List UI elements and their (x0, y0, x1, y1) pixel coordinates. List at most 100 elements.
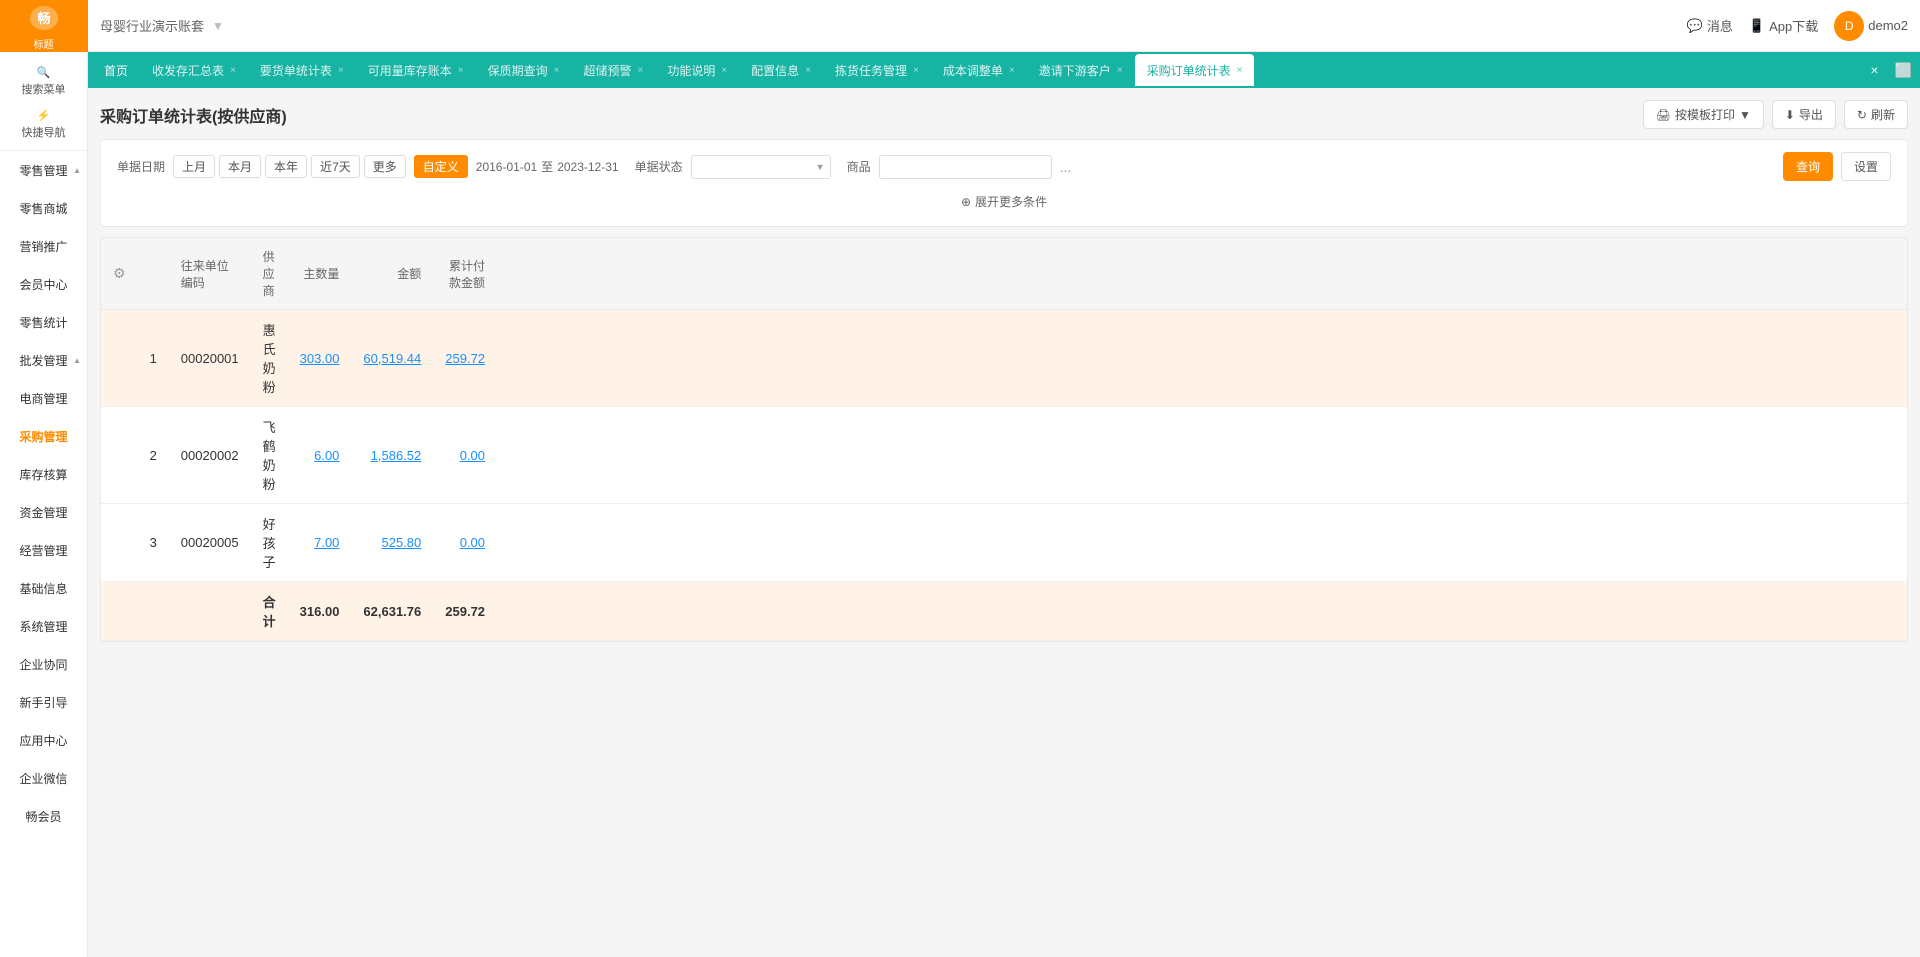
row-unit-code-cell: 00020001 (169, 310, 251, 407)
tab-close-task[interactable]: × (913, 65, 919, 76)
sidebar-item-retail-mall[interactable]: 零售商城 (0, 189, 87, 227)
tab-task[interactable]: 拣货任务管理× (823, 54, 931, 86)
quantity-link[interactable]: 7.00 (314, 535, 339, 550)
tab-close-receive[interactable]: × (230, 65, 236, 76)
sidebar-item-marketing[interactable]: 营销推广 (0, 227, 87, 265)
row-settings-cell (101, 310, 138, 407)
date-filter-label: 单据日期 (117, 158, 165, 175)
custom-date-btn[interactable]: 自定义 (414, 155, 468, 178)
export-icon: ⬇ (1785, 108, 1795, 122)
row-amount-cell: 1,586.52 (351, 407, 433, 504)
tab-close-inventory[interactable]: × (458, 65, 464, 76)
sidebar-item-retail[interactable]: 零售管理 (0, 151, 87, 189)
date-shortcut-本年[interactable]: 本年 (265, 155, 307, 178)
sidebar-item-purchase[interactable]: 采购管理 (0, 417, 87, 455)
tab-close-expiry[interactable]: × (554, 65, 560, 76)
sidebar-item-newuser[interactable]: 新手引导 (0, 683, 87, 721)
sidebar-item-wholesale[interactable]: 批发管理 (0, 341, 87, 379)
tab-config[interactable]: 配置信息× (739, 54, 823, 86)
phone-icon: 📱 (1749, 18, 1765, 34)
goods-more-icon[interactable]: ... (1060, 159, 1072, 175)
sidebar-search[interactable]: 🔍 搜索菜单 (0, 58, 87, 101)
row-paid-cell: 259.72 (433, 310, 497, 407)
tab-close-config[interactable]: × (805, 65, 811, 76)
status-select[interactable] (691, 155, 831, 179)
date-shortcut-近7天[interactable]: 近7天 (311, 155, 360, 178)
expand-more-btn[interactable]: ⊕ 展开更多条件 (953, 189, 1055, 214)
paid-link[interactable]: 0.00 (460, 448, 485, 463)
filter-more-row: ⊕ 展开更多条件 (117, 189, 1891, 214)
settings-button[interactable]: 设置 (1841, 152, 1891, 181)
sidebar-item-system[interactable]: 系统管理 (0, 607, 87, 645)
topbar: 母婴行业演示账套 ▼ 💬 消息 📱 App下载 D demo2 (88, 0, 1920, 52)
tab-home[interactable]: 首页 (92, 54, 140, 86)
tab-overstock[interactable]: 超储预警× (571, 54, 655, 86)
quantity-link[interactable]: 303.00 (300, 351, 340, 366)
table-row: 1 00020001 惠氏奶粉 303.00 60,519.44 259.72 (101, 310, 1907, 407)
row-unit-code-cell: 00020002 (169, 407, 251, 504)
export-button[interactable]: ⬇ 导出 (1772, 100, 1836, 129)
tab-order-stat[interactable]: 要货单统计表× (248, 54, 356, 86)
date-shortcut-更多[interactable]: 更多 (364, 155, 406, 178)
date-shortcut-上月[interactable]: 上月 (173, 155, 215, 178)
sidebar-item-finance[interactable]: 资金管理 (0, 493, 87, 531)
amount-link[interactable]: 525.80 (382, 535, 422, 550)
sidebar-item-basic[interactable]: 基础信息 (0, 569, 87, 607)
goods-input[interactable] (879, 155, 1052, 179)
main-area: 母婴行业演示账套 ▼ 💬 消息 📱 App下载 D demo2 首页收发存汇总表… (88, 0, 1920, 957)
sidebar-item-operations[interactable]: 经营管理 (0, 531, 87, 569)
tab-purchase-stat[interactable]: 采购订单统计表× (1135, 54, 1255, 86)
tab-close-purchase-stat[interactable]: × (1237, 65, 1243, 76)
table-row: 3 00020005 好孩子 7.00 525.80 0.00 (101, 504, 1907, 582)
footer-quantity-cell: 316.00 (288, 582, 352, 641)
tab-cost[interactable]: 成本调整单× (931, 54, 1027, 86)
tab-inventory[interactable]: 可用量库存账本× (356, 54, 476, 86)
expand-down-icon: ⊕ (961, 195, 971, 209)
sidebar-nav[interactable]: ⚡ 快捷导航 (0, 101, 87, 144)
sidebar-item-ecom[interactable]: 电商管理 (0, 379, 87, 417)
row-extra-cell (497, 504, 1907, 582)
table-row: 2 00020002 飞鹤奶粉 6.00 1,586.52 0.00 (101, 407, 1907, 504)
query-button[interactable]: 查询 (1783, 152, 1833, 181)
tab-close-func[interactable]: × (721, 65, 727, 76)
maximize-button[interactable]: ⬜ (1891, 60, 1916, 81)
sidebar-item-appstore[interactable]: 应用中心 (0, 721, 87, 759)
tab-receive[interactable]: 收发存汇总表× (140, 54, 248, 86)
tab-close-order-stat[interactable]: × (338, 65, 344, 76)
user-avatar-action[interactable]: D demo2 (1834, 11, 1908, 41)
quantity-link[interactable]: 6.00 (314, 448, 339, 463)
sidebar-item-vip[interactable]: 畅会员 (0, 797, 87, 835)
amount-link[interactable]: 1,586.52 (371, 448, 422, 463)
tab-func[interactable]: 功能说明× (655, 54, 739, 86)
tab-expiry[interactable]: 保质期查询× (476, 54, 572, 86)
sidebar-item-retail-stat[interactable]: 零售统计 (0, 303, 87, 341)
sidebar-item-enterprise[interactable]: 企业协同 (0, 645, 87, 683)
refresh-button[interactable]: ↻ 刷新 (1844, 100, 1908, 129)
close-all-tabs-button[interactable]: × (1866, 60, 1882, 80)
row-supplier-cell: 好孩子 (251, 504, 288, 582)
sidebar-item-inventory-check[interactable]: 库存核算 (0, 455, 87, 493)
sidebar-item-wechat[interactable]: 企业微信 (0, 759, 87, 797)
footer-supplier-cell: 合计 (251, 582, 288, 641)
tab-close-invite[interactable]: × (1117, 65, 1123, 76)
message-label: 消息 (1707, 16, 1733, 35)
sidebar-item-member[interactable]: 会员中心 (0, 265, 87, 303)
amount-link[interactable]: 60,519.44 (363, 351, 421, 366)
app-download-action[interactable]: 📱 App下载 (1749, 16, 1818, 35)
print-arrow-icon: ▼ (1739, 108, 1751, 122)
row-quantity-cell: 6.00 (288, 407, 352, 504)
tab-close-overstock[interactable]: × (637, 65, 643, 76)
table-settings-icon[interactable]: ⚙ (113, 265, 126, 281)
tab-invite[interactable]: 邀请下游客户× (1027, 54, 1135, 86)
row-amount-cell: 525.80 (351, 504, 433, 582)
print-button[interactable]: 🖨 按模板打印 ▼ (1643, 100, 1764, 129)
row-index-cell: 3 (138, 504, 169, 582)
topbar-left: 母婴行业演示账套 ▼ (100, 16, 224, 35)
paid-link[interactable]: 259.72 (445, 351, 485, 366)
date-shortcut-本月[interactable]: 本月 (219, 155, 261, 178)
message-action[interactable]: 💬 消息 (1687, 16, 1733, 35)
tab-close-cost[interactable]: × (1009, 65, 1015, 76)
row-index-cell: 2 (138, 407, 169, 504)
paid-link[interactable]: 0.00 (460, 535, 485, 550)
sidebar-search-label: 搜索菜单 (22, 81, 66, 97)
